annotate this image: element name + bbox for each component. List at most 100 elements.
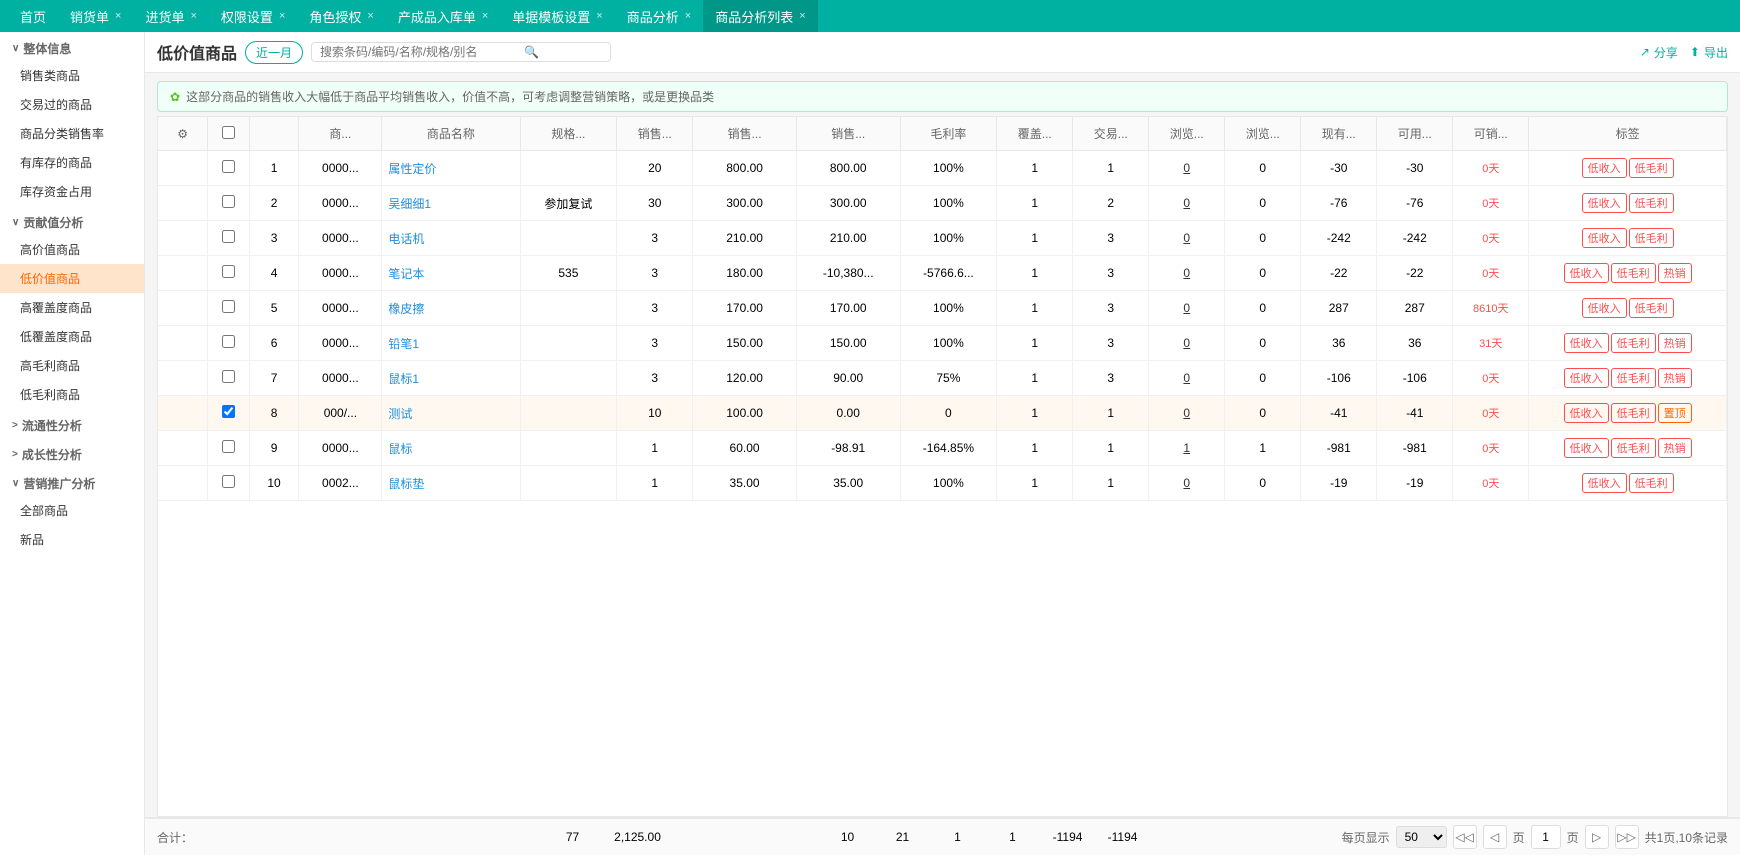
sidebar-item-stock-products[interactable]: 有库存的商品: [0, 148, 144, 177]
row-checkbox[interactable]: [222, 160, 235, 173]
row-checkbox[interactable]: [222, 440, 235, 453]
product-view1[interactable]: 0: [1149, 466, 1225, 501]
checkbox-cell[interactable]: [208, 361, 249, 396]
product-name[interactable]: 电话机: [382, 221, 520, 256]
close-analysis-icon[interactable]: ×: [685, 10, 691, 22]
view-link[interactable]: 0: [1183, 406, 1190, 420]
product-name[interactable]: 测试: [382, 396, 520, 431]
checkbox-cell[interactable]: [208, 151, 249, 186]
view-link[interactable]: 0: [1183, 266, 1190, 280]
product-view1[interactable]: 0: [1149, 291, 1225, 326]
view-link[interactable]: 0: [1183, 231, 1190, 245]
product-view1[interactable]: 0: [1149, 186, 1225, 221]
nav-product-analysis[interactable]: 商品分析 ×: [615, 0, 703, 32]
checkbox-cell[interactable]: [208, 326, 249, 361]
close-products-icon[interactable]: ×: [482, 10, 488, 22]
product-view1[interactable]: 0: [1149, 326, 1225, 361]
sidebar-item-high-margin[interactable]: 高毛利商品: [0, 351, 144, 380]
page-size-select[interactable]: 50 100: [1396, 826, 1447, 848]
row-checkbox[interactable]: [222, 265, 235, 278]
checkbox-cell[interactable]: [208, 256, 249, 291]
close-roles-icon[interactable]: ×: [367, 10, 373, 22]
product-name[interactable]: 吴细细1: [382, 186, 520, 221]
checkbox-cell[interactable]: [208, 396, 249, 431]
product-name[interactable]: 鼠标1: [382, 361, 520, 396]
view-link[interactable]: 0: [1183, 476, 1190, 490]
product-name[interactable]: 橡皮擦: [382, 291, 520, 326]
page-number-input[interactable]: [1531, 825, 1561, 849]
product-view1[interactable]: 0: [1149, 221, 1225, 256]
view-link[interactable]: 1: [1183, 441, 1190, 455]
sidebar-group-contribution[interactable]: ∨ 贡献值分析: [0, 206, 144, 235]
checkbox-cell[interactable]: [208, 221, 249, 256]
nav-permissions[interactable]: 权限设置 ×: [209, 0, 297, 32]
sidebar-item-low-coverage[interactable]: 低覆盖度商品: [0, 322, 144, 351]
sidebar-group-marketing[interactable]: ∨ 营销推广分析: [0, 467, 144, 496]
nav-roles[interactable]: 角色授权 ×: [297, 0, 385, 32]
sidebar-item-stock-capital[interactable]: 库存资金占用: [0, 177, 144, 206]
prev-page-btn[interactable]: ◁: [1483, 825, 1507, 849]
nav-home[interactable]: 首页: [8, 0, 58, 32]
row-checkbox[interactable]: [222, 405, 235, 418]
product-name[interactable]: 鼠标: [382, 431, 520, 466]
sidebar-item-sales-products[interactable]: 销售类商品: [0, 61, 144, 90]
sidebar-group-growth[interactable]: > 成长性分析: [0, 438, 144, 467]
checkbox-cell[interactable]: [208, 431, 249, 466]
product-name[interactable]: 属性定价: [382, 151, 520, 186]
th-checkbox[interactable]: [208, 117, 249, 151]
close-analysis-list-icon[interactable]: ×: [799, 10, 805, 22]
product-view1[interactable]: 0: [1149, 361, 1225, 396]
view-link[interactable]: 0: [1183, 301, 1190, 315]
nav-sales[interactable]: 销货单 ×: [58, 0, 133, 32]
product-view1[interactable]: 1: [1149, 431, 1225, 466]
checkbox-cell[interactable]: [208, 291, 249, 326]
sidebar-item-traded-products[interactable]: 交易过的商品: [0, 90, 144, 119]
view-link[interactable]: 0: [1183, 336, 1190, 350]
product-name[interactable]: 笔记本: [382, 256, 520, 291]
product-view1[interactable]: 0: [1149, 396, 1225, 431]
close-templates-icon[interactable]: ×: [596, 10, 602, 22]
sidebar-item-high-value[interactable]: 高价值商品: [0, 235, 144, 264]
product-view1[interactable]: 0: [1149, 256, 1225, 291]
nav-templates[interactable]: 单据模板设置 ×: [500, 0, 614, 32]
row-checkbox[interactable]: [222, 300, 235, 313]
row-checkbox[interactable]: [222, 230, 235, 243]
sidebar-item-high-coverage[interactable]: 高覆盖度商品: [0, 293, 144, 322]
sidebar-item-category-sales[interactable]: 商品分类销售率: [0, 119, 144, 148]
nav-purchase[interactable]: 进货单 ×: [133, 0, 208, 32]
share-button[interactable]: ↗ 分享: [1640, 44, 1678, 61]
sidebar-item-low-value[interactable]: 低价值商品: [0, 264, 144, 293]
close-sales-icon[interactable]: ×: [115, 10, 121, 22]
row-checkbox[interactable]: [222, 195, 235, 208]
row-checkbox[interactable]: [222, 475, 235, 488]
checkbox-cell[interactable]: [208, 466, 249, 501]
sidebar-item-low-margin[interactable]: 低毛利商品: [0, 380, 144, 409]
search-input[interactable]: [320, 45, 520, 59]
view-link[interactable]: 0: [1183, 371, 1190, 385]
search-icon[interactable]: 🔍: [524, 45, 539, 59]
next-page-btn[interactable]: ▷: [1585, 825, 1609, 849]
th-settings[interactable]: ⚙: [158, 117, 208, 151]
first-page-btn[interactable]: ◁◁: [1453, 825, 1477, 849]
last-page-btn[interactable]: ▷▷: [1615, 825, 1639, 849]
checkbox-cell[interactable]: [208, 186, 249, 221]
sidebar-group-liquidity[interactable]: > 流通性分析: [0, 409, 144, 438]
product-name[interactable]: 鼠标垫: [382, 466, 520, 501]
view-link[interactable]: 0: [1183, 196, 1190, 210]
row-checkbox[interactable]: [222, 335, 235, 348]
nav-analysis-list[interactable]: 商品分析列表 ×: [703, 0, 817, 32]
product-name[interactable]: 铅笔1: [382, 326, 520, 361]
sidebar-group-overall[interactable]: ∨ 整体信息: [0, 32, 144, 61]
close-purchase-icon[interactable]: ×: [190, 10, 196, 22]
sidebar-item-new-products[interactable]: 新品: [0, 525, 144, 554]
row-checkbox[interactable]: [222, 370, 235, 383]
sidebar-item-all-products[interactable]: 全部商品: [0, 496, 144, 525]
export-button[interactable]: ⬆ 导出: [1690, 44, 1728, 61]
product-view1[interactable]: 0: [1149, 151, 1225, 186]
table-container[interactable]: ⚙ 商... 商品名称 规格... 销售... 销售... 销售... 毛利率 …: [157, 116, 1728, 817]
nav-products[interactable]: 产成品入库单 ×: [386, 0, 500, 32]
date-filter-button[interactable]: 近一月: [245, 41, 303, 64]
select-all-checkbox[interactable]: [222, 126, 235, 139]
view-link[interactable]: 0: [1183, 161, 1190, 175]
close-permissions-icon[interactable]: ×: [279, 10, 285, 22]
